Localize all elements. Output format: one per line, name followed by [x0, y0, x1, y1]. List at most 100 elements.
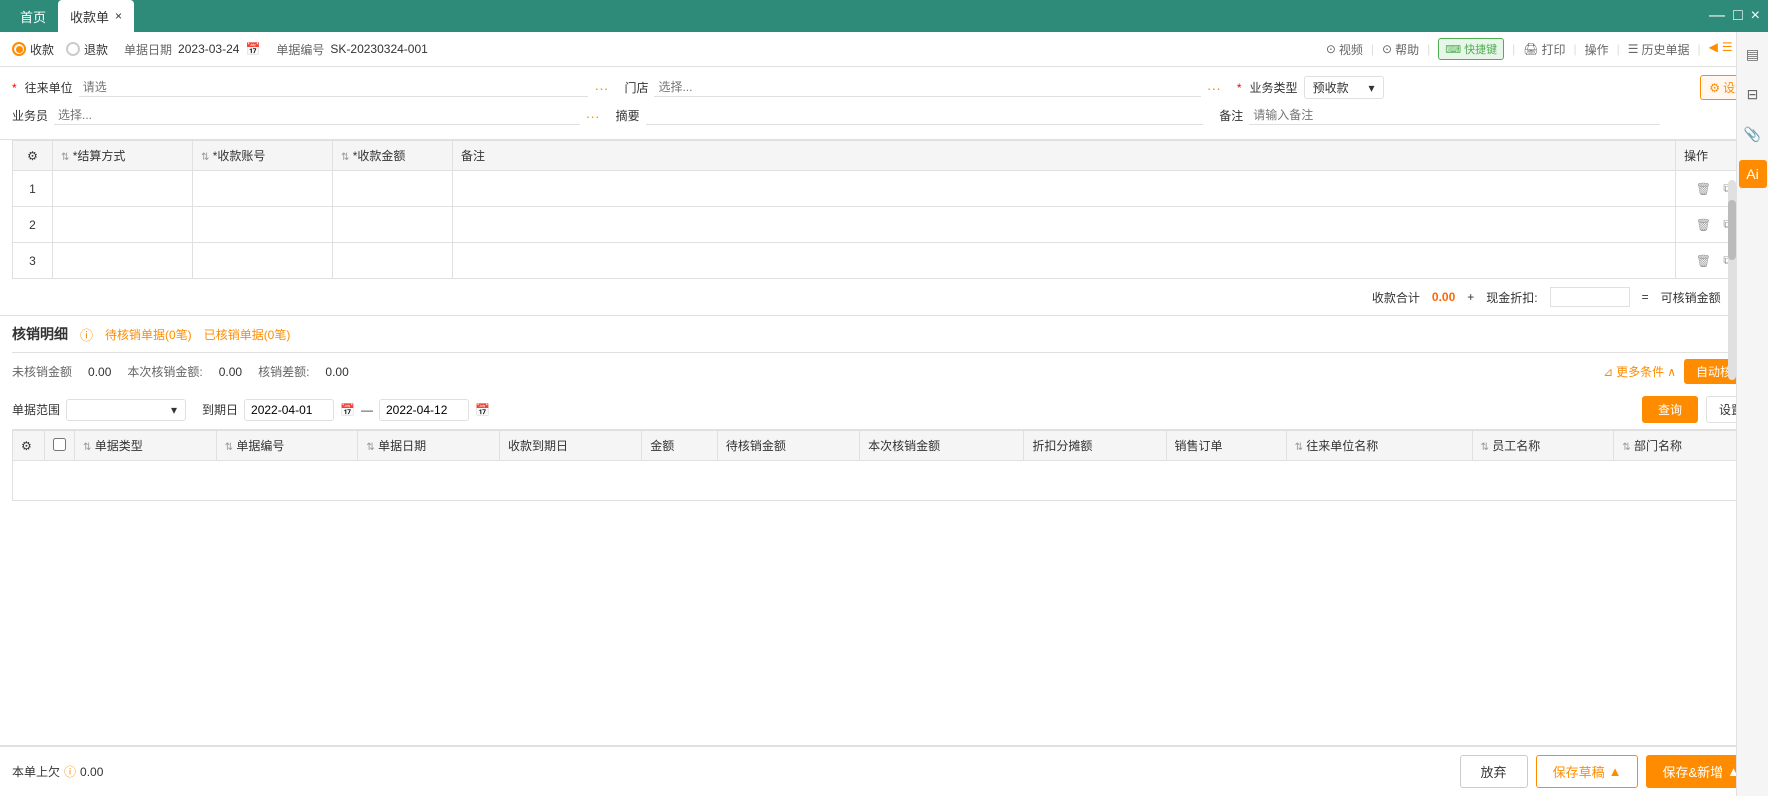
business-type-field: * 业务类型 预收款 ▾	[1237, 76, 1684, 99]
discount-input[interactable]	[1550, 287, 1630, 307]
date-to-input[interactable]	[379, 399, 469, 421]
amount-header2: 金额	[642, 431, 718, 461]
tab-home[interactable]: 首页	[8, 0, 58, 32]
discard-btn[interactable]: 放弃	[1460, 755, 1528, 788]
store-label: 门店	[624, 79, 648, 96]
query-btn[interactable]: 查询	[1642, 396, 1698, 423]
completed-tab[interactable]: 已核销单据(0笔)	[204, 326, 291, 343]
remark-cell-1[interactable]	[453, 171, 1676, 207]
remark-cell-2[interactable]	[453, 207, 1676, 243]
date-from-input[interactable]	[244, 399, 334, 421]
receipt-table-container: ⚙ ⇅ *结算方式 ⇅ *收款账号 ⇅ *收款金额 备注	[0, 140, 1768, 279]
store-input[interactable]	[654, 78, 1200, 97]
employee-header: ⇅ 员工名称	[1472, 431, 1614, 461]
list-icon[interactable]: ☰	[1722, 40, 1733, 58]
select-all-checkbox[interactable]	[53, 438, 66, 451]
account-cell-1[interactable]	[193, 171, 333, 207]
bottom-gear-header[interactable]: ⚙	[13, 431, 45, 461]
amount-cell-2[interactable]	[333, 207, 453, 243]
delete-icon-1[interactable]: 🗑	[1694, 179, 1714, 199]
amount-label2: 金额	[650, 439, 674, 453]
current-value: 0.00	[80, 765, 103, 779]
tab-close-icon[interactable]: ×	[115, 9, 122, 23]
counterparty-more-icon[interactable]: ···	[594, 80, 608, 96]
required-mark-counterparty: *	[12, 81, 17, 95]
dept-label: 部门名称	[1634, 439, 1682, 453]
sidebar-print-icon[interactable]: ⊟	[1739, 80, 1767, 108]
equals-sign: =	[1642, 290, 1649, 304]
chevron-up-icon: ∧	[1667, 365, 1676, 379]
sort-icon-2: ⇅	[201, 152, 209, 163]
help-btn[interactable]: ⊙ 帮助	[1382, 41, 1419, 58]
settlement-cell-2[interactable]	[53, 207, 193, 243]
settlement-cell-3[interactable]	[53, 243, 193, 279]
remark-field: 备注	[1219, 106, 1660, 125]
operation-btn[interactable]: 操作	[1585, 41, 1609, 58]
radio-refund-label: 退款	[84, 41, 108, 58]
type-radio-group: 收款 退款	[12, 41, 108, 58]
business-type-select[interactable]: 预收款 ▾	[1304, 76, 1384, 99]
settlement-col-label: *结算方式	[73, 149, 126, 163]
discount-label2: 折扣分摊额	[1032, 439, 1092, 453]
tab-receipt[interactable]: 收款单 ×	[58, 0, 134, 32]
info-icon[interactable]: ⓘ	[80, 325, 93, 344]
remark-input[interactable]	[1249, 106, 1660, 125]
business-type-label: 业务类型	[1250, 79, 1298, 96]
receipt-due-label: 收款到期日	[508, 439, 568, 453]
sidebar-table-icon[interactable]: ▤	[1739, 40, 1767, 68]
amount-cell-1[interactable]	[333, 171, 453, 207]
prev-icon[interactable]: ◀	[1709, 40, 1718, 58]
calendar-icon[interactable]: 📅	[245, 42, 260, 56]
bill-type-header: ⇅ 单据类型	[75, 431, 217, 461]
footer: 本单上欠 ⓘ 0.00 放弃 保存草稿 ▲ 保存&新增 ▲	[0, 745, 1768, 796]
print-btn[interactable]: 🖨 打印	[1523, 41, 1565, 58]
delete-icon-3[interactable]: 🗑	[1694, 251, 1714, 271]
scrollbar[interactable]	[1728, 180, 1736, 380]
business-type-value: 预收款	[1313, 79, 1349, 96]
staff-input[interactable]	[54, 106, 580, 125]
more-conditions-btn[interactable]: ⊿ 更多条件 ∧	[1603, 363, 1676, 380]
sidebar-attach-icon[interactable]: 📎	[1739, 120, 1767, 148]
filter-row: 单据范围 ▾ 到期日 📅 — 📅 查询 设置	[12, 390, 1756, 430]
radio-receive[interactable]: 收款	[12, 41, 54, 58]
calendar-from-icon[interactable]: 📅	[340, 403, 355, 417]
bill-range-select[interactable]: ▾	[66, 399, 186, 421]
more-conditions-label: 更多条件	[1616, 363, 1664, 380]
table-gear-header[interactable]: ⚙	[13, 141, 53, 171]
pending-tab[interactable]: 待核销单据(0笔)	[105, 326, 192, 343]
sort-icon-cp: ⇅	[1295, 442, 1303, 453]
summary-label: 摘要	[616, 107, 640, 124]
amount-cell-3[interactable]	[333, 243, 453, 279]
date-label: 单据日期	[124, 41, 172, 58]
staff-field: 业务员 ···	[12, 106, 600, 125]
radio-refund[interactable]: 退款	[66, 41, 108, 58]
account-cell-2[interactable]	[193, 207, 333, 243]
settlement-cell-1[interactable]	[53, 171, 193, 207]
current-writeoff-label: 本次核销金额:	[127, 363, 202, 380]
video-btn[interactable]: ⊙ 视频	[1326, 41, 1363, 58]
checkbox-header[interactable]	[45, 431, 75, 461]
store-more-icon[interactable]: ···	[1207, 80, 1221, 96]
print-label: 打印	[1541, 41, 1565, 58]
window-close-icon[interactable]: ×	[1751, 7, 1760, 25]
window-maximize-icon[interactable]: □	[1733, 7, 1743, 25]
delete-icon-2[interactable]: 🗑	[1694, 215, 1714, 235]
footer-left: 本单上欠 ⓘ 0.00	[12, 763, 103, 780]
date-value: 2023-03-24	[178, 42, 239, 56]
window-minimize-icon[interactable]: —	[1709, 7, 1725, 25]
remark-cell-3[interactable]	[453, 243, 1676, 279]
summary-input[interactable]	[646, 106, 1204, 125]
sidebar-ai-icon[interactable]: Ai	[1739, 160, 1767, 188]
shortcut-btn[interactable]: ⌨ 快捷键	[1438, 38, 1504, 60]
sort-icon-1: ⇅	[61, 152, 69, 163]
account-cell-3[interactable]	[193, 243, 333, 279]
draft-btn[interactable]: 保存草稿 ▲	[1536, 755, 1639, 788]
staff-more-icon[interactable]: ···	[586, 108, 600, 124]
info-icon-footer[interactable]: ⓘ	[64, 763, 76, 780]
amount-col-label: *收款金额	[353, 149, 406, 163]
bill-number-header: ⇅ 单据编号	[216, 431, 358, 461]
history-btn[interactable]: ☰ 历史单据	[1628, 41, 1690, 58]
calendar-to-icon[interactable]: 📅	[475, 403, 490, 417]
counterparty-input[interactable]	[79, 78, 589, 97]
scrollbar-thumb[interactable]	[1728, 200, 1736, 260]
